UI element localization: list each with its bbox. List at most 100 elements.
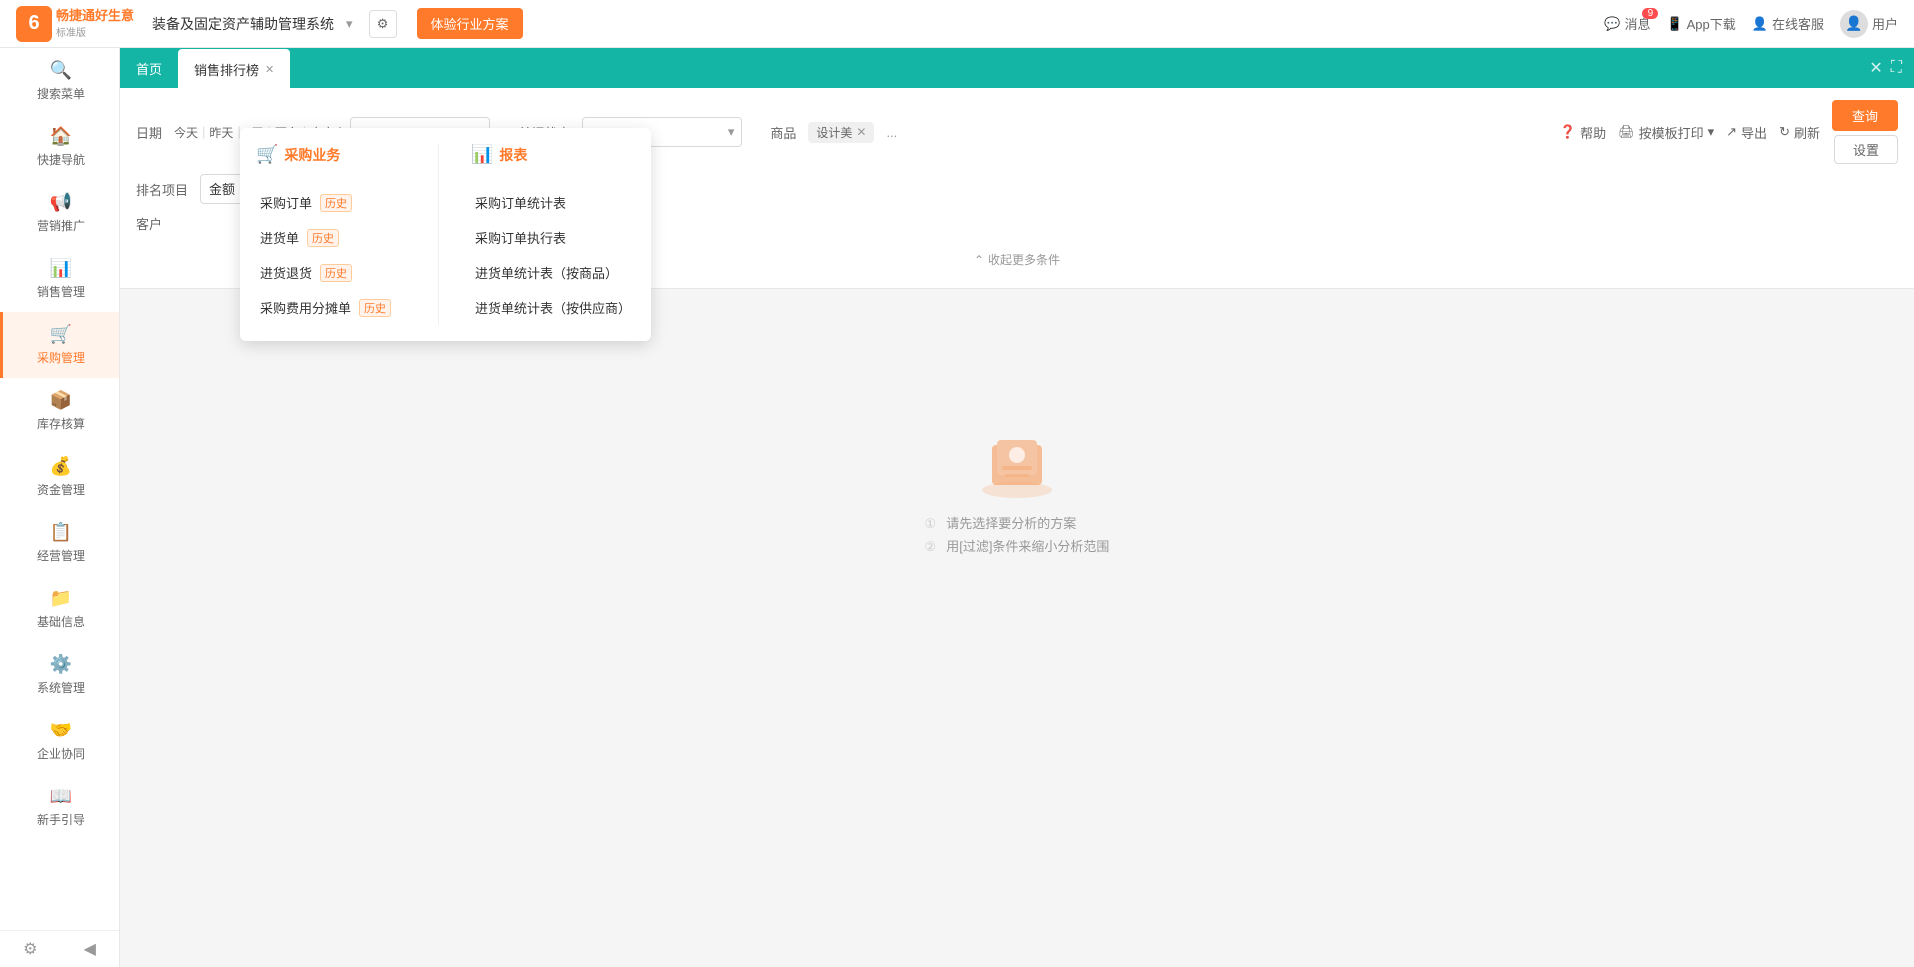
sidebar-item-quicknav[interactable]: 🏠 快捷导航 (0, 114, 119, 180)
sidebar-item-marketing[interactable]: 📢 营销推广 (0, 180, 119, 246)
collapse-icon: ⌃ (974, 253, 984, 267)
sidebar-item-enterprise[interactable]: 🤝 企业协同 (0, 708, 119, 774)
receipt-stats-supplier-label: 进货单统计表（按供应商） (475, 298, 631, 317)
dropdown-item-receipt-stats-supplier[interactable]: 进货单统计表（按供应商） (471, 290, 635, 325)
sidebar-label-enterprise: 企业协同 (37, 745, 85, 762)
empty-text: ① 请先选择要分析的方案 ② 用[过滤]条件来缩小分析范围 (925, 512, 1110, 559)
tab-close-icon[interactable]: ✕ (265, 63, 274, 76)
shortcut-yesterday[interactable]: 昨天 (209, 124, 233, 141)
purchase-report-col: 📊 报表 采购订单统计表 采购订单执行表 进货单统计表（按商品） (471, 144, 635, 325)
operation-icon: 📋 (50, 522, 72, 543)
print-dropdown-icon: ▾ (1708, 124, 1715, 140)
menu-divider (438, 144, 439, 325)
order-stats-label: 采购订单统计表 (475, 193, 566, 212)
tab-home[interactable]: 首页 (120, 48, 178, 88)
sidebar-label-marketing: 营销推广 (37, 217, 85, 234)
sidebar-item-system[interactable]: ⚙️ 系统管理 (0, 642, 119, 708)
sidebar-item-finance[interactable]: 💰 资金管理 (0, 444, 119, 510)
online-service-btn[interactable]: 👤 在线客服 (1752, 14, 1824, 33)
sidebar-settings-btn[interactable]: ⚙ (23, 939, 37, 959)
business-col-icon: 🛒 (256, 144, 278, 165)
date-label: 日期 (136, 123, 162, 142)
dropdown-item-order-stats[interactable]: 采购订单统计表 (471, 185, 635, 220)
top-bar: 6 畅捷通好生意 标准版 装备及固定资产辅助管理系统 ▾ ⚙ 体验行业方案 💬 … (0, 0, 1914, 48)
sidebar-item-operation[interactable]: 📋 经营管理 (0, 510, 119, 576)
sidebar-label-purchase: 采购管理 (37, 349, 85, 366)
service-label: 在线客服 (1772, 14, 1824, 33)
settings-icon-btn[interactable]: ⚙ (369, 10, 397, 38)
export-btn[interactable]: ↗ 导出 (1726, 123, 1767, 142)
dropdown-item-purchase-receipt[interactable]: 进货单 历史 (256, 220, 406, 255)
tab-maximize-icon[interactable]: ⛶ (1891, 59, 1902, 77)
refresh-btn[interactable]: ↻ 刷新 (1779, 123, 1820, 142)
tab-sales-rank-label: 销售排行榜 (194, 60, 259, 79)
dropdown-item-purchase-order[interactable]: 采购订单 历史 (256, 185, 406, 220)
user-label: 用户 (1872, 14, 1898, 33)
message-badge: 9 (1642, 8, 1658, 19)
top-right-area: 💬 消息 9 📱 App下载 👤 在线客服 👤 用户 (1604, 10, 1898, 38)
sidebar-item-search[interactable]: 🔍 搜索菜单 (0, 48, 119, 114)
purchase-receipt-label: 进货单 (260, 228, 299, 247)
sidebar-item-inventory[interactable]: 📦 库存核算 (0, 378, 119, 444)
user-btn[interactable]: 👤 用户 (1840, 10, 1898, 38)
sidebar-label-inventory: 库存核算 (37, 415, 85, 432)
print-label: 按模板打印 (1639, 123, 1704, 142)
purchase-cost-history-tag: 历史 (359, 299, 391, 317)
inventory-icon: 📦 (50, 390, 72, 411)
sidebar-item-guide[interactable]: 📖 新手引导 (0, 774, 119, 840)
shortcut-today[interactable]: 今天 (174, 124, 198, 141)
system-dropdown-icon[interactable]: ▾ (346, 16, 353, 32)
tab-close-window-icon[interactable]: ✕ (1869, 58, 1882, 78)
guide-icon: 📖 (50, 786, 72, 807)
help-btn[interactable]: ❓ 帮助 (1560, 123, 1606, 142)
sidebar: 🔍 搜索菜单 🏠 快捷导航 📢 营销推广 📊 销售管理 🛒 采购管 (0, 48, 120, 967)
refresh-label: 刷新 (1794, 123, 1820, 142)
purchase-order-label: 采购订单 (260, 193, 312, 212)
sidebar-item-basic[interactable]: 📁 基础信息 (0, 576, 119, 642)
sales-icon: 📊 (50, 258, 72, 279)
purchase-receipt-history-tag: 历史 (307, 229, 339, 247)
print-btn[interactable]: 🖨 按模板打印 ▾ (1618, 123, 1714, 142)
query-button[interactable]: 查询 (1832, 100, 1898, 131)
sidebar-item-sales[interactable]: 📊 销售管理 (0, 246, 119, 312)
print-icon: 🖨 (1618, 124, 1635, 140)
goods-tag-close-icon[interactable]: ✕ (856, 125, 866, 139)
top-nav: 装备及固定资产辅助管理系统 ▾ ⚙ 体验行业方案 (136, 8, 1604, 39)
dropdown-item-order-exec[interactable]: 采购订单执行表 (471, 220, 635, 255)
sidebar-purchase-wrapper: 🔍 搜索菜单 🏠 快捷导航 📢 营销推广 📊 销售管理 🛒 采购管 (0, 48, 119, 840)
sidebar-collapse-btn[interactable]: ◀ (84, 939, 96, 959)
report-col-title: 📊 报表 (471, 144, 635, 173)
tab-sales-rank[interactable]: 销售排行榜 ✕ (178, 49, 290, 89)
dropdown-item-purchase-return[interactable]: 进货退货 历史 (256, 255, 406, 290)
empty-hint1: 请先选择要分析的方案 (946, 512, 1076, 535)
order-exec-label: 采购订单执行表 (475, 228, 566, 247)
goods-more-btn[interactable]: ... (886, 125, 897, 140)
basic-icon: 📁 (50, 588, 72, 609)
marketing-icon: 📢 (50, 192, 72, 213)
sidebar-label-guide: 新手引导 (37, 811, 85, 828)
business-col-title: 🛒 采购业务 (256, 144, 406, 173)
dropdown-item-receipt-stats-goods[interactable]: 进货单统计表（按商品） (471, 255, 635, 290)
export-label: 导出 (1741, 123, 1767, 142)
empty-step1: ① (925, 512, 937, 535)
search-icon: 🔍 (50, 60, 72, 81)
enterprise-icon: 🤝 (50, 720, 72, 741)
report-col-icon: 📊 (471, 144, 493, 165)
help-label: 帮助 (1580, 123, 1606, 142)
sidebar-item-purchase[interactable]: 🛒 采购管理 (0, 312, 119, 378)
settings-small-button[interactable]: 设置 (1834, 135, 1898, 164)
system-icon: ⚙️ (50, 654, 72, 675)
empty-illustration (967, 420, 1067, 500)
rank-label: 排名项目 (136, 180, 188, 199)
industry-button[interactable]: 体验行业方案 (417, 8, 523, 39)
tab-bar: 首页 销售排行榜 ✕ ✕ ⛶ (120, 48, 1914, 88)
logo-icon: 6 (16, 6, 52, 42)
dropdown-item-purchase-cost[interactable]: 采购费用分摊单 历史 (256, 290, 406, 325)
purchase-dropdown-menu: 🛒 采购业务 采购订单 历史 进货单 历史 进货退货 (240, 128, 651, 341)
app-container: 6 畅捷通好生意 标准版 装备及固定资产辅助管理系统 ▾ ⚙ 体验行业方案 💬 … (0, 0, 1914, 967)
app-label: App下载 (1687, 14, 1736, 33)
service-icon: 👤 (1752, 16, 1768, 32)
message-btn[interactable]: 💬 消息 9 (1604, 14, 1650, 33)
app-download-btn[interactable]: 📱 App下载 (1666, 14, 1735, 33)
purchase-cost-label: 采购费用分摊单 (260, 298, 351, 317)
